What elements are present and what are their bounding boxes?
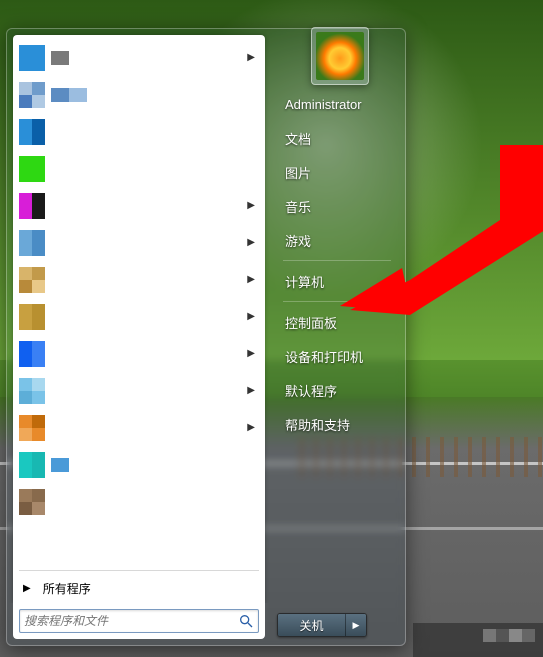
- program-icon: [19, 452, 45, 478]
- right-item-label: 游戏: [285, 231, 311, 250]
- system-item-2[interactable]: 默认程序: [277, 373, 397, 407]
- program-icon: [19, 82, 45, 108]
- chevron-right-icon: ▶: [247, 237, 255, 248]
- search-input[interactable]: [24, 614, 238, 628]
- divider: [19, 570, 259, 571]
- shutdown-options-button[interactable]: ▶: [346, 614, 366, 636]
- chevron-right-icon: ▶: [247, 52, 255, 63]
- chevron-right-icon: ▶: [247, 200, 255, 211]
- search-icon: [238, 613, 254, 629]
- shutdown-button-group: 关机 ▶: [277, 613, 367, 637]
- program-item[interactable]: ▶: [15, 39, 263, 76]
- program-item[interactable]: ▶: [15, 224, 263, 261]
- program-icon: [19, 304, 45, 330]
- places-item-0[interactable]: 文档: [277, 121, 397, 155]
- program-item[interactable]: ▶: [15, 372, 263, 409]
- places-item-3[interactable]: 游戏: [277, 223, 397, 257]
- right-item-label: 音乐: [285, 197, 311, 216]
- right-item-label: 文档: [285, 129, 311, 148]
- programs-panel: ▶ ▶ ▶ ▶ ▶ ▶ ▶ ▶ ▶ 所有程序: [13, 35, 265, 603]
- program-item[interactable]: ▶: [15, 261, 263, 298]
- chevron-right-icon: ▶: [247, 422, 255, 433]
- triangle-right-icon: ▶: [23, 583, 31, 594]
- system-item-0[interactable]: 控制面板: [277, 305, 397, 339]
- system-item-1[interactable]: 设备和打印机: [277, 339, 397, 373]
- program-item[interactable]: ▶: [15, 187, 263, 224]
- program-icon: [19, 267, 45, 293]
- right-item-label: 计算机: [285, 272, 324, 291]
- program-item[interactable]: [15, 113, 263, 150]
- shutdown-button[interactable]: 关机: [278, 614, 346, 636]
- chevron-right-icon: ▶: [247, 348, 255, 359]
- program-icon: [19, 415, 45, 441]
- user-name-label: Administrator: [285, 97, 362, 112]
- user-name-item[interactable]: Administrator: [277, 87, 397, 121]
- all-programs-label: 所有程序: [43, 580, 91, 597]
- taskbar-tray[interactable]: [413, 623, 543, 657]
- start-menu: ▶ ▶ ▶ ▶ ▶ ▶ ▶ ▶ ▶ 所有程序 Administrator 文档图片音乐游戏 计…: [6, 28, 406, 646]
- shutdown-row: 关机 ▶: [277, 613, 367, 637]
- computer-item-0[interactable]: 计算机: [277, 264, 397, 298]
- program-icon: [19, 193, 45, 219]
- program-icon: [19, 45, 45, 71]
- program-icon: [19, 119, 45, 145]
- program-item[interactable]: [15, 150, 263, 187]
- triangle-right-icon: ▶: [353, 620, 360, 631]
- system-item-3[interactable]: 帮助和支持: [277, 407, 397, 441]
- program-icon: [19, 341, 45, 367]
- program-item[interactable]: [15, 76, 263, 113]
- avatar-image: [316, 32, 364, 80]
- user-avatar[interactable]: [311, 27, 369, 85]
- program-item[interactable]: ▶: [15, 409, 263, 446]
- program-item[interactable]: ▶: [15, 298, 263, 335]
- right-item-label: 默认程序: [285, 381, 337, 400]
- program-item[interactable]: ▶: [15, 335, 263, 372]
- chevron-right-icon: ▶: [247, 311, 255, 322]
- program-icon: [19, 489, 45, 515]
- right-item-label: 图片: [285, 163, 311, 182]
- search-box[interactable]: [19, 609, 259, 633]
- right-item-label: 帮助和支持: [285, 415, 350, 434]
- program-item[interactable]: [15, 446, 263, 483]
- program-icon: [19, 230, 45, 256]
- places-item-1[interactable]: 图片: [277, 155, 397, 189]
- program-item[interactable]: [15, 483, 263, 520]
- all-programs[interactable]: ▶ 所有程序: [13, 573, 265, 603]
- places-panel: Administrator 文档图片音乐游戏 计算机 控制面板设备和打印机默认程…: [265, 29, 405, 603]
- chevron-right-icon: ▶: [247, 274, 255, 285]
- places-item-2[interactable]: 音乐: [277, 189, 397, 223]
- shutdown-label: 关机: [299, 617, 323, 634]
- separator: [283, 260, 391, 261]
- program-label-censored: [51, 458, 255, 472]
- separator: [283, 301, 391, 302]
- program-label-censored: [51, 88, 255, 102]
- program-label-censored: [51, 51, 243, 65]
- right-item-label: 控制面板: [285, 313, 337, 332]
- search-row: [13, 603, 265, 639]
- chevron-right-icon: ▶: [247, 385, 255, 396]
- program-icon: [19, 156, 45, 182]
- right-item-label: 设备和打印机: [285, 347, 363, 366]
- program-icon: [19, 378, 45, 404]
